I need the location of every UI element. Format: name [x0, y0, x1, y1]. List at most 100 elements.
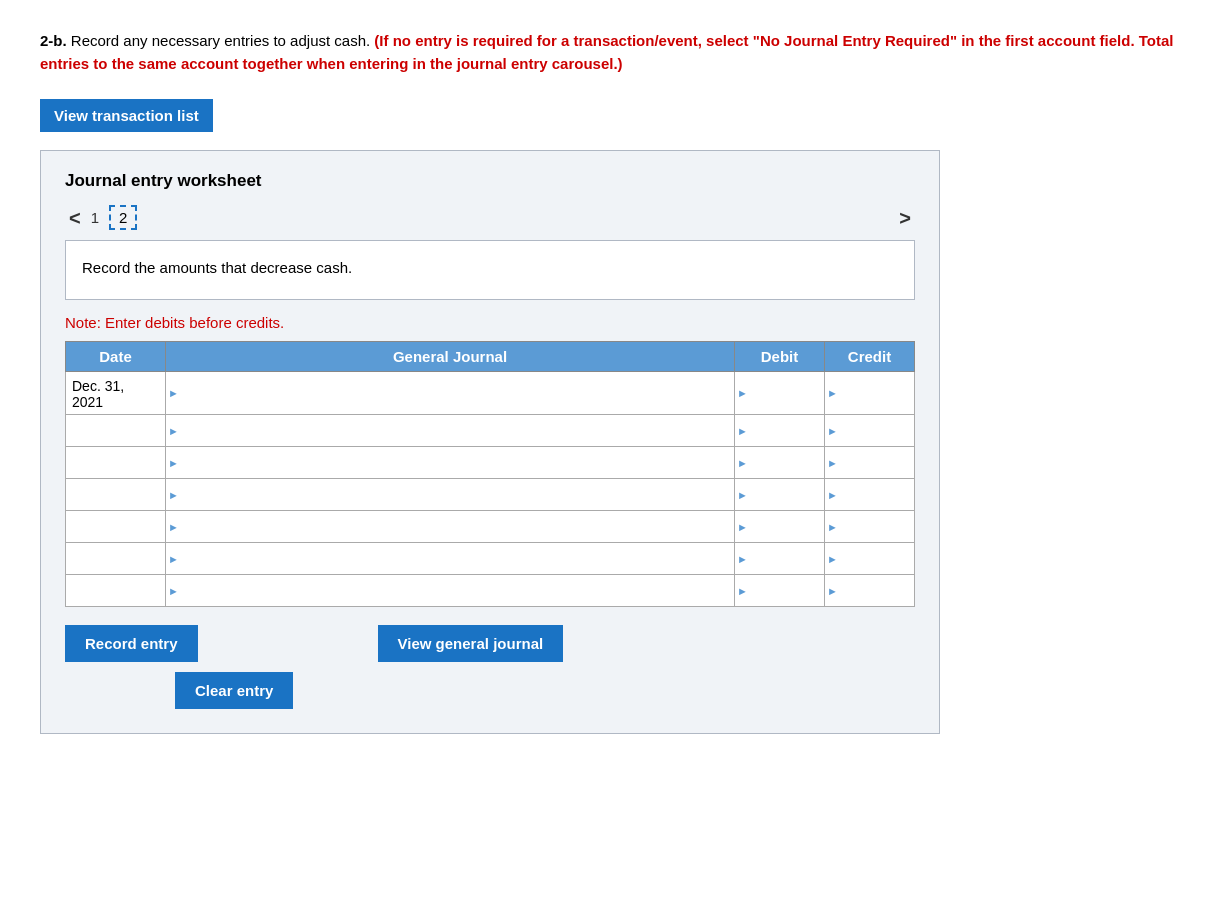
debit-cell-7[interactable]: ►	[735, 575, 825, 607]
debit-cell-4[interactable]: ►	[735, 479, 825, 511]
debit-cell-5[interactable]: ►	[735, 511, 825, 543]
instruction-box: Record the amounts that decrease cash.	[65, 240, 915, 300]
arrow-icon-c7: ►	[827, 585, 838, 597]
gj-input-7[interactable]	[166, 575, 734, 606]
carousel-prev-button[interactable]: <	[65, 208, 85, 228]
arrow-icon-c6: ►	[827, 553, 838, 565]
arrow-icon-c3: ►	[827, 457, 838, 469]
table-row: ► ► ►	[66, 543, 915, 575]
gj-input-5[interactable]	[166, 511, 734, 542]
gj-input-2[interactable]	[166, 415, 734, 446]
gj-input-3[interactable]	[166, 447, 734, 478]
col-header-debit: Debit	[735, 342, 825, 372]
credit-input-5[interactable]	[825, 511, 914, 542]
problem-text-normal: Record any necessary entries to adjust c…	[71, 32, 375, 49]
credit-cell-2[interactable]: ►	[825, 415, 915, 447]
credit-cell-5[interactable]: ►	[825, 511, 915, 543]
view-general-journal-button[interactable]: View general journal	[378, 625, 564, 662]
carousel-page2-active[interactable]: 2	[109, 205, 137, 230]
arrow-icon-c2: ►	[827, 425, 838, 437]
arrow-icon-d5: ►	[737, 521, 748, 533]
credit-cell-3[interactable]: ►	[825, 447, 915, 479]
credit-cell-4[interactable]: ►	[825, 479, 915, 511]
credit-input-3[interactable]	[825, 447, 914, 478]
debit-input-5[interactable]	[735, 511, 824, 542]
record-entry-button[interactable]: Record entry	[65, 625, 198, 662]
gj-cell-7[interactable]: ►	[166, 575, 735, 607]
arrow-icon-4: ►	[168, 489, 179, 501]
table-row: ► ► ►	[66, 415, 915, 447]
arrow-icon-d1: ►	[737, 387, 748, 399]
arrow-icon-1: ►	[168, 387, 179, 399]
debit-input-2[interactable]	[735, 415, 824, 446]
credit-input-1[interactable]	[825, 372, 914, 414]
gj-cell-6[interactable]: ►	[166, 543, 735, 575]
date-cell-5	[66, 511, 166, 543]
debit-input-4[interactable]	[735, 479, 824, 510]
table-row: ► ► ►	[66, 575, 915, 607]
gj-cell-1[interactable]: ►	[166, 372, 735, 415]
problem-label: 2-b.	[40, 32, 67, 49]
arrow-icon-d7: ►	[737, 585, 748, 597]
credit-input-4[interactable]	[825, 479, 914, 510]
debit-cell-1[interactable]: ►	[735, 372, 825, 415]
col-header-credit: Credit	[825, 342, 915, 372]
date-cell-7	[66, 575, 166, 607]
buttons-area: Record entry View general journal Clear …	[65, 625, 915, 709]
problem-statement: 2-b. Record any necessary entries to adj…	[40, 30, 1180, 75]
credit-cell-7[interactable]: ►	[825, 575, 915, 607]
worksheet-container: Journal entry worksheet < 1 2 > Record t…	[40, 150, 940, 734]
arrow-icon-3: ►	[168, 457, 179, 469]
carousel-nav: < 1 2 >	[65, 205, 915, 230]
arrow-icon-d6: ►	[737, 553, 748, 565]
debit-input-7[interactable]	[735, 575, 824, 606]
col-header-gj: General Journal	[166, 342, 735, 372]
table-row: Dec. 31,2021 ► ► ►	[66, 372, 915, 415]
arrow-icon-2: ►	[168, 425, 179, 437]
date-cell-2	[66, 415, 166, 447]
debit-input-1[interactable]	[735, 372, 824, 414]
debit-cell-6[interactable]: ►	[735, 543, 825, 575]
date-cell-4	[66, 479, 166, 511]
credit-cell-1[interactable]: ►	[825, 372, 915, 415]
credit-input-2[interactable]	[825, 415, 914, 446]
instruction-text: Record the amounts that decrease cash.	[82, 259, 352, 276]
gj-cell-3[interactable]: ►	[166, 447, 735, 479]
arrow-icon-d3: ►	[737, 457, 748, 469]
credit-input-6[interactable]	[825, 543, 914, 574]
credit-input-7[interactable]	[825, 575, 914, 606]
table-row: ► ► ►	[66, 447, 915, 479]
date-cell-3	[66, 447, 166, 479]
note-text: Note: Enter debits before credits.	[65, 314, 915, 331]
arrow-icon-c5: ►	[827, 521, 838, 533]
gj-cell-2[interactable]: ►	[166, 415, 735, 447]
clear-entry-button[interactable]: Clear entry	[175, 672, 293, 709]
view-transaction-button[interactable]: View transaction list	[40, 99, 213, 132]
debit-input-3[interactable]	[735, 447, 824, 478]
gj-cell-4[interactable]: ►	[166, 479, 735, 511]
date-cell-6	[66, 543, 166, 575]
debit-cell-3[interactable]: ►	[735, 447, 825, 479]
date-cell-1: Dec. 31,2021	[66, 372, 166, 415]
gj-input-1[interactable]	[166, 372, 734, 414]
col-header-date: Date	[66, 342, 166, 372]
arrow-icon-d4: ►	[737, 489, 748, 501]
debit-cell-2[interactable]: ►	[735, 415, 825, 447]
journal-table: Date General Journal Debit Credit Dec. 3…	[65, 341, 915, 607]
arrow-icon-7: ►	[168, 585, 179, 597]
credit-cell-6[interactable]: ►	[825, 543, 915, 575]
gj-input-6[interactable]	[166, 543, 734, 574]
gj-input-4[interactable]	[166, 479, 734, 510]
arrow-icon-d2: ►	[737, 425, 748, 437]
table-row: ► ► ►	[66, 511, 915, 543]
debit-input-6[interactable]	[735, 543, 824, 574]
table-row: ► ► ►	[66, 479, 915, 511]
carousel-next-button[interactable]: >	[895, 208, 915, 228]
carousel-page1[interactable]: 1	[91, 209, 99, 226]
arrow-icon-c1: ►	[827, 387, 838, 399]
top-btn-row: Record entry View general journal	[65, 625, 915, 662]
arrow-icon-c4: ►	[827, 489, 838, 501]
second-btn-row: Clear entry	[175, 672, 915, 709]
gj-cell-5[interactable]: ►	[166, 511, 735, 543]
arrow-icon-6: ►	[168, 553, 179, 565]
